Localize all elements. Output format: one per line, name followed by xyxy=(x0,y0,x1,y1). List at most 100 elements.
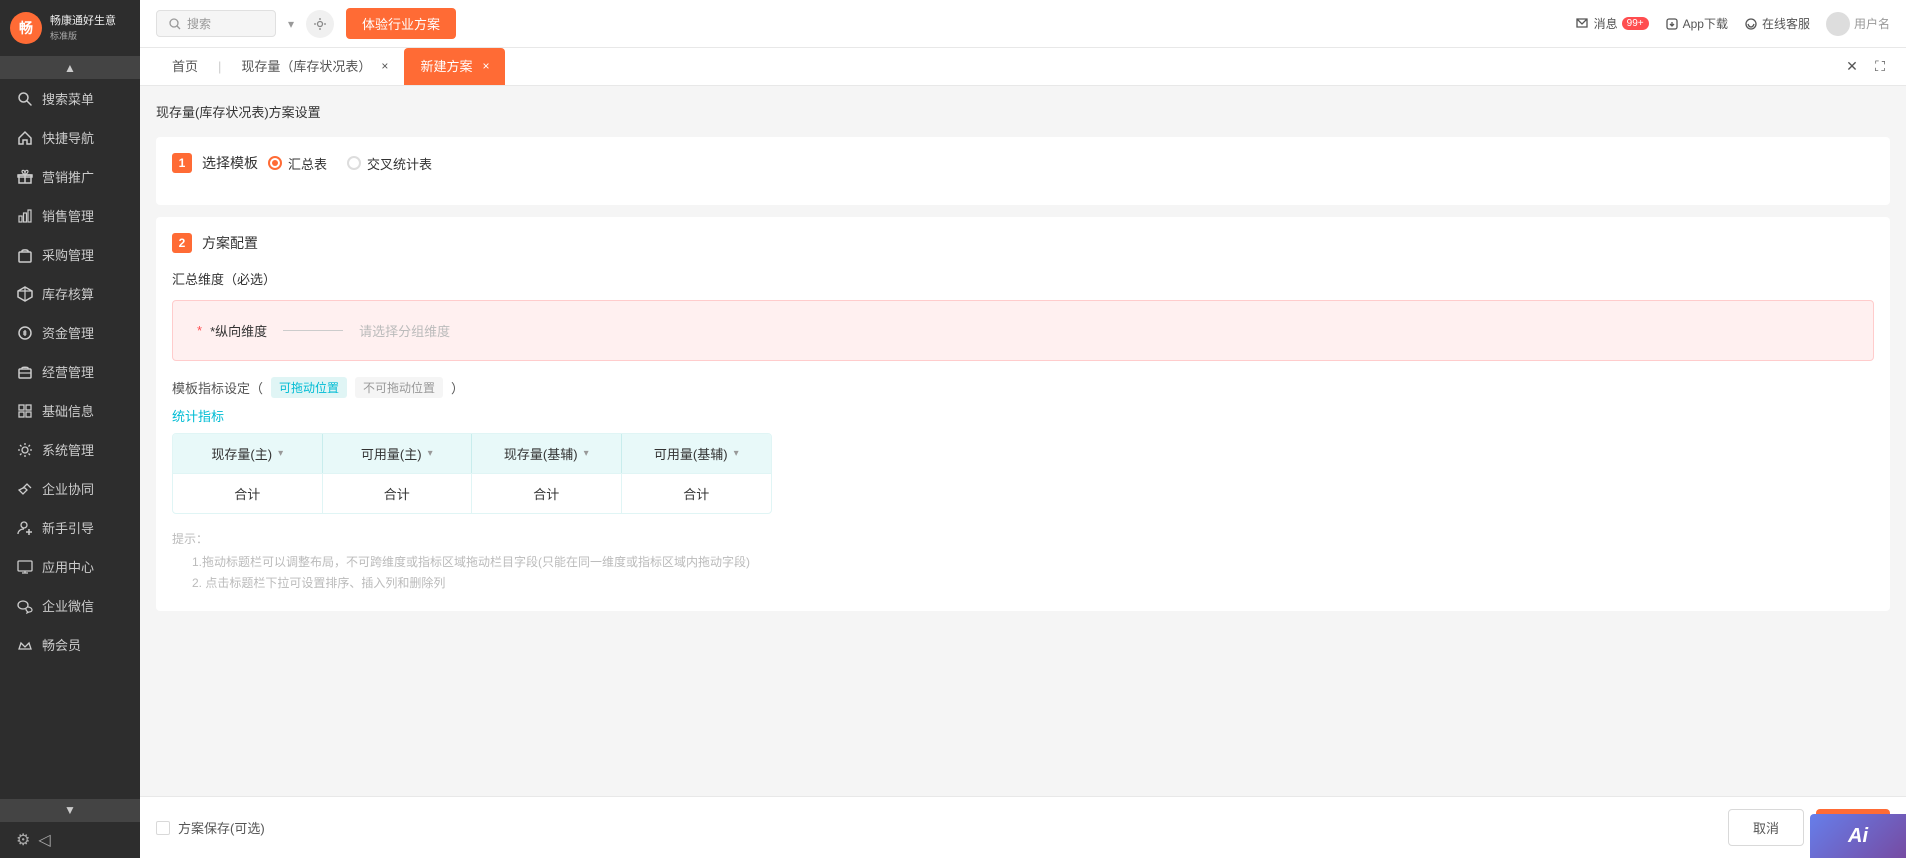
user-avatar[interactable]: 用户名 xyxy=(1826,12,1890,36)
window-controls: ✕ ⛶ xyxy=(1842,57,1890,77)
indicator-config-label: 模板指标设定（ 可拖动位置 不可拖动位置 ） xyxy=(172,377,1874,398)
sidebar-item-member[interactable]: 畅会员 xyxy=(0,625,140,664)
stats-table-header: 现存量(主) ▾ 可用量(主) ▾ 现存量(基辅) ▾ 可用量(基辅) xyxy=(173,434,771,473)
sidebar-item-search[interactable]: 搜索菜单 xyxy=(0,79,140,118)
stats-cell-2: 合计 xyxy=(472,474,622,513)
col-chevron-1[interactable]: ▾ xyxy=(428,448,433,459)
section1-title: 选择模板 xyxy=(202,153,258,173)
topbar: 搜索 ▾ 体验行业方案 消息 99+ App下载 在线客服 xyxy=(140,0,1906,48)
sidebar-item-label: 销售管理 xyxy=(42,206,94,225)
col-chevron-0[interactable]: ▾ xyxy=(278,448,283,459)
col-header-3[interactable]: 可用量(基辅) ▾ xyxy=(622,434,772,473)
section2-title: 方案配置 xyxy=(202,233,258,253)
settings-topbar-icon[interactable] xyxy=(306,10,334,38)
required-star: * xyxy=(197,323,202,338)
industry-solution-button[interactable]: 体验行业方案 xyxy=(346,8,456,39)
radio-dot-cross xyxy=(347,156,361,170)
sidebar-item-label: 搜索菜单 xyxy=(42,89,94,108)
stats-table: 现存量(主) ▾ 可用量(主) ▾ 现存量(基辅) ▾ 可用量(基辅) xyxy=(172,433,772,514)
sidebar-item-finance[interactable]: 资金管理 xyxy=(0,313,140,352)
radio-dot-summary xyxy=(268,156,282,170)
save-option[interactable]: 方案保存(可选) xyxy=(156,818,265,837)
indicator-config: 模板指标设定（ 可拖动位置 不可拖动位置 ） 统计指标 现存量(主) ▾ 可用量… xyxy=(172,377,1874,514)
tab-new-plan[interactable]: 新建方案 × xyxy=(404,48,505,85)
radio-cross-label: 交叉统计表 xyxy=(367,154,432,173)
expand-window-button[interactable]: ⛶ xyxy=(1870,57,1890,77)
tip-item-1: 2. 点击标题栏下拉可设置排序、插入列和删除列 xyxy=(172,574,1874,591)
tab-inventory-close[interactable]: × xyxy=(381,59,388,73)
sidebar-item-label: 企业微信 xyxy=(42,596,94,615)
chart-icon xyxy=(16,207,34,225)
app-download-label: App下载 xyxy=(1683,15,1728,32)
sidebar-item-label: 应用中心 xyxy=(42,557,94,576)
stats-cell-1: 合计 xyxy=(323,474,473,513)
pink-box-inner: * *纵向维度 请选择分组维度 xyxy=(197,321,1849,340)
speaker-icon[interactable]: ◁ xyxy=(38,830,50,850)
col-header-1[interactable]: 可用量(主) ▾ xyxy=(323,434,473,473)
sidebar-item-cooperation[interactable]: 企业协同 xyxy=(0,469,140,508)
sidebar-item-guide[interactable]: 新手引导 xyxy=(0,508,140,547)
box-icon xyxy=(16,285,34,303)
sidebar-item-management[interactable]: 经营管理 xyxy=(0,352,140,391)
sidebar-item-sales[interactable]: 销售管理 xyxy=(0,196,140,235)
sidebar-scroll-down[interactable]: ▼ xyxy=(0,799,140,821)
sidebar-item-wechat[interactable]: 企业微信 xyxy=(0,586,140,625)
message-item[interactable]: 消息 99+ xyxy=(1574,15,1649,32)
main-area: 搜索 ▾ 体验行业方案 消息 99+ App下载 在线客服 xyxy=(140,0,1906,858)
tab-home[interactable]: 首页 xyxy=(156,48,214,85)
dimension-placeholder: 请选择分组维度 xyxy=(359,321,450,340)
section2-num: 2 xyxy=(172,233,192,253)
sidebar-item-apps[interactable]: 应用中心 xyxy=(0,547,140,586)
settings-icon xyxy=(16,441,34,459)
save-checkbox[interactable] xyxy=(156,821,170,835)
dropdown-icon[interactable]: ▾ xyxy=(288,17,294,31)
col-chevron-3[interactable]: ▾ xyxy=(734,448,739,459)
stats-header: 统计指标 xyxy=(172,406,1874,425)
col-chevron-2[interactable]: ▾ xyxy=(584,448,589,459)
stats-cell-3: 合计 xyxy=(622,474,772,513)
section-template: 1 选择模板 汇总表 交叉统计表 xyxy=(156,137,1890,205)
search-icon xyxy=(16,90,34,108)
content-area: 现存量(库存状况表)方案设置 1 选择模板 汇总表 交叉统计表 xyxy=(140,86,1906,796)
sidebar-item-label: 畅会员 xyxy=(42,635,81,654)
stats-cell-0: 合计 xyxy=(173,474,323,513)
online-service-item[interactable]: 在线客服 xyxy=(1744,15,1810,32)
close-window-button[interactable]: ✕ xyxy=(1842,57,1862,77)
sidebar-item-label: 企业协同 xyxy=(42,479,94,498)
app-version: 标准版 xyxy=(50,29,116,42)
online-service-label: 在线客服 xyxy=(1762,15,1810,32)
sidebar-item-marketing[interactable]: 营销推广 xyxy=(0,157,140,196)
briefcase-icon xyxy=(16,363,34,381)
template-radio-group: 汇总表 交叉统计表 xyxy=(268,154,432,173)
sidebar-item-purchase[interactable]: 采购管理 xyxy=(0,235,140,274)
dimension-pink-box[interactable]: * *纵向维度 请选择分组维度 xyxy=(172,300,1874,361)
tip-item-0: 1.拖动标题栏可以调整布局，不可跨维度或指标区域拖动栏目字段(只能在同一维度或指… xyxy=(172,553,1874,570)
cancel-button[interactable]: 取消 xyxy=(1728,809,1804,846)
sidebar-item-basics[interactable]: 基础信息 xyxy=(0,391,140,430)
radio-cross-table[interactable]: 交叉统计表 xyxy=(347,154,432,173)
tabs-bar: 首页 | 现存量（库存状况表） × 新建方案 × ✕ ⛶ xyxy=(140,48,1906,86)
sidebar-item-system[interactable]: 系统管理 xyxy=(0,430,140,469)
settings-bottom-icon[interactable]: ⚙ xyxy=(16,830,30,850)
tab-inventory[interactable]: 现存量（库存状况表） × xyxy=(225,48,404,85)
bag-icon xyxy=(16,246,34,264)
topbar-search[interactable]: 搜索 xyxy=(156,10,276,37)
wechat-icon xyxy=(16,597,34,615)
sidebar-item-nav[interactable]: 快捷导航 xyxy=(0,118,140,157)
radio-summary-table[interactable]: 汇总表 xyxy=(268,154,327,173)
gift-icon xyxy=(16,168,34,186)
vip-icon xyxy=(16,636,34,654)
sidebar-item-label: 库存核算 xyxy=(42,284,94,303)
message-badge: 99+ xyxy=(1622,17,1649,30)
sidebar-scroll-up[interactable]: ▲ xyxy=(0,57,140,79)
topbar-right: 消息 99+ App下载 在线客服 用户名 xyxy=(1574,12,1890,36)
tab-new-plan-close[interactable]: × xyxy=(482,59,489,73)
ai-float-button[interactable]: Ai xyxy=(1810,814,1906,858)
sidebar-item-inventory[interactable]: 库存核算 xyxy=(0,274,140,313)
col-header-2[interactable]: 现存量(基辅) ▾ xyxy=(472,434,622,473)
no-drag-badge: 不可拖动位置 xyxy=(355,377,443,398)
sidebar-item-label: 快捷导航 xyxy=(42,128,94,147)
col-header-0[interactable]: 现存量(主) ▾ xyxy=(173,434,323,473)
app-download-item[interactable]: App下载 xyxy=(1665,15,1728,32)
monitor-icon xyxy=(16,558,34,576)
